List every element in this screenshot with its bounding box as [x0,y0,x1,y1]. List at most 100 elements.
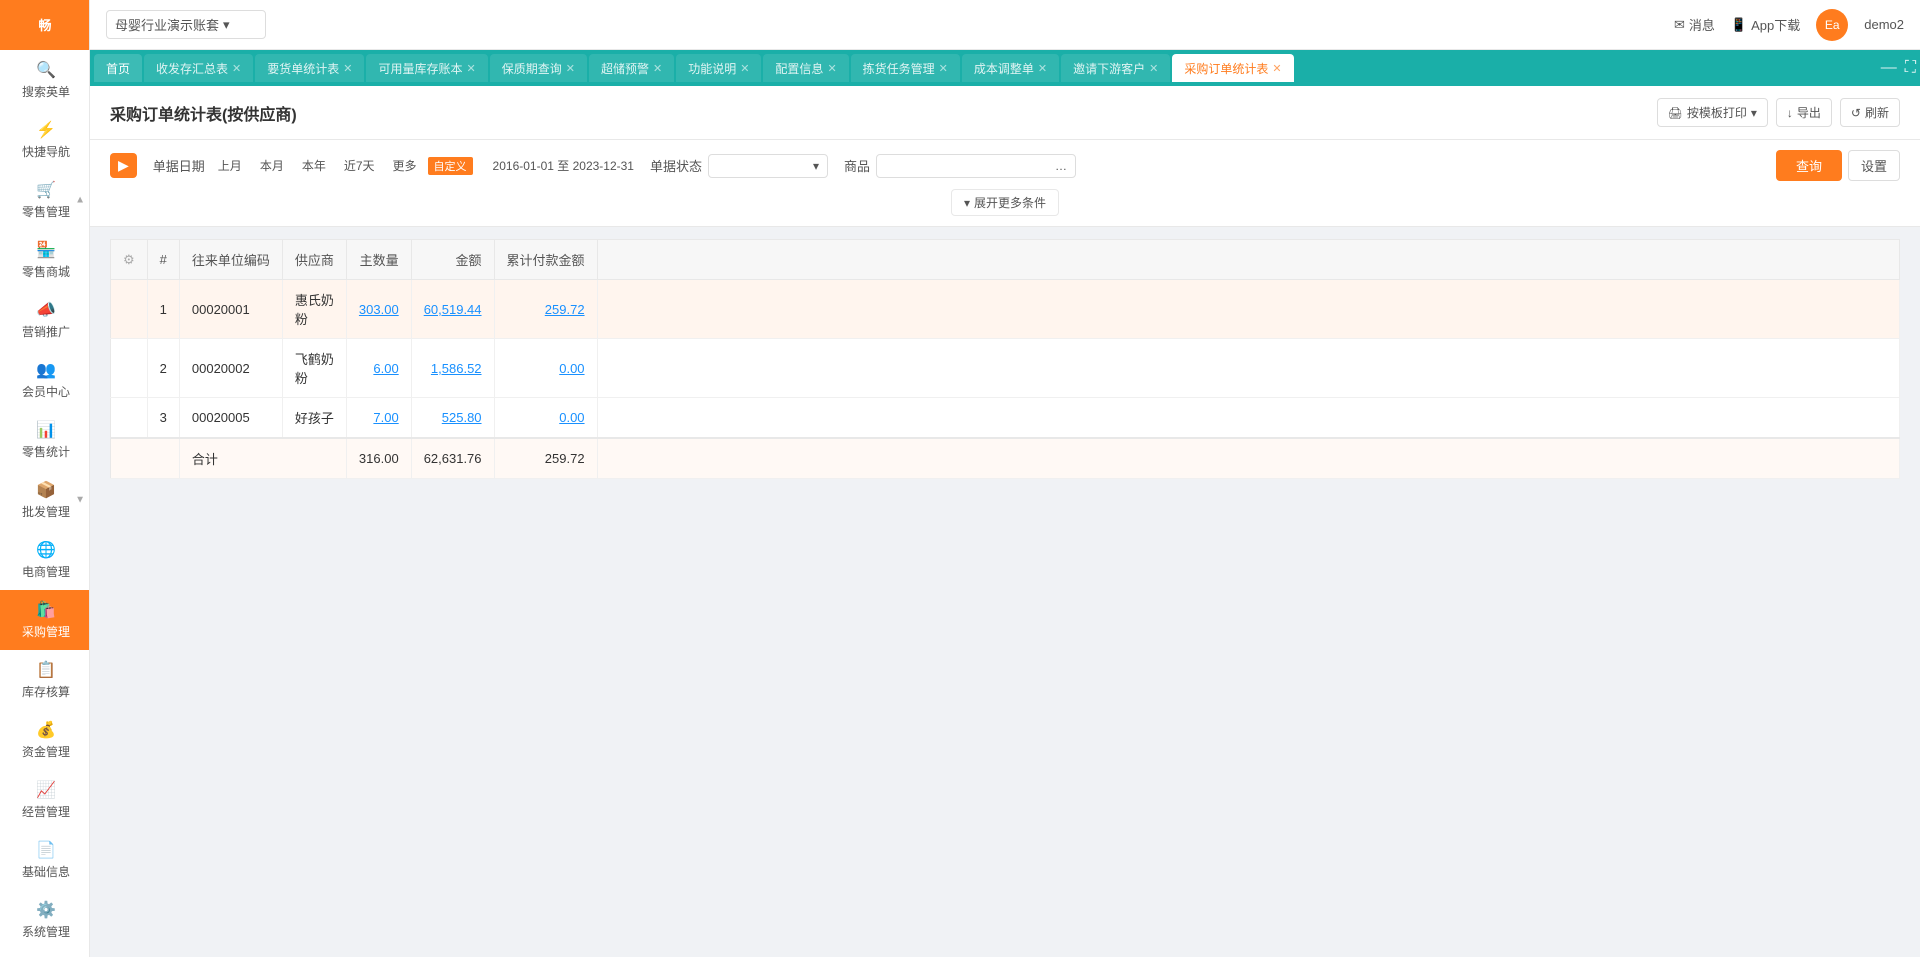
td-paid-3: 0.00 [494,398,597,439]
sidebar-item-operations[interactable]: 📈 经营管理 [0,770,89,830]
tab-close-icon[interactable]: ✕ [939,62,948,75]
tab-order-stat[interactable]: 要货单统计表 ✕ [255,54,364,82]
tab-close-icon[interactable]: ✕ [1272,62,1281,75]
query-button[interactable]: 查询 [1776,150,1842,181]
workspace-selector[interactable]: 母婴行业演示账套 ▾ [106,10,266,39]
tab-label: 邀请下游客户 [1073,60,1145,77]
tab-cost-adjust[interactable]: 成本调整单 ✕ [962,54,1059,82]
tab-close-icon[interactable]: ✕ [1038,62,1047,75]
tab-pick-task[interactable]: 拣货任务管理 ✕ [851,54,960,82]
sidebar-item-inventory[interactable]: 📋 库存核算 [0,650,89,710]
column-settings-icon[interactable]: ⚙ [123,252,135,267]
sidebar-item-wholesale[interactable]: 📦 批发管理 ▼ [0,470,89,530]
amount-link-2[interactable]: 1,586.52 [431,361,482,376]
td-extra-2 [597,339,1899,398]
quantity-link-2[interactable]: 6.00 [373,361,398,376]
tab-close-icon[interactable]: ✕ [740,62,749,75]
tab-home-label: 首页 [106,60,130,77]
date-btn-more[interactable]: 更多 [386,154,424,177]
sidebar-item-label: 快捷导航 [22,143,70,160]
tab-available-stock[interactable]: 可用量库存账本 ✕ [366,54,487,82]
tab-home[interactable]: 首页 [94,54,142,82]
tab-close-icon[interactable]: ✕ [343,62,352,75]
tab-func-desc[interactable]: 功能说明 ✕ [676,54,761,82]
app-download-button[interactable]: 📱 App下载 [1731,15,1800,34]
table-row: 1 00020001 惠氏奶粉 303.00 60,519.44 [111,280,1900,339]
paid-link-2[interactable]: 0.00 [559,361,584,376]
tab-config[interactable]: 配置信息 ✕ [763,54,848,82]
tab-close-icon[interactable]: ✕ [1149,62,1158,75]
tab-label: 配置信息 [775,60,823,77]
sidebar-item-label: 基础信息 [22,863,70,880]
sidebar-item-finance[interactable]: 💰 资金管理 [0,710,89,770]
tab-overstock[interactable]: 超储预警 ✕ [589,54,674,82]
tab-close-icon[interactable]: ✕ [467,62,476,75]
sidebar-item-retail[interactable]: 🛒 零售管理 ▲ [0,170,89,230]
svg-text:畅: 畅 [38,18,51,33]
goods-input[interactable]: … [876,154,1076,178]
minimize-button[interactable]: — [1881,59,1897,77]
message-button[interactable]: ✉ 消息 [1674,15,1715,34]
filter-row-1: ▶ 单据日期 上月 本月 本年 近7天 更多 自定义 2016-01-01 至 … [110,150,1900,181]
tab-warranty[interactable]: 保质期查询 ✕ [490,54,587,82]
export-button[interactable]: ↓ 导出 [1776,98,1832,127]
sidebar-item-retail-mall[interactable]: 🏪 零售商城 [0,230,89,290]
th-settings[interactable]: ⚙ [111,240,148,280]
topbar: 母婴行业演示账套 ▾ ✉ 消息 📱 App下载 Ea demo2 [90,0,1920,50]
sidebar-item-marketing[interactable]: 📣 营销推广 [0,290,89,350]
table-row: 3 00020005 好孩子 7.00 525.80 [111,398,1900,439]
print-dropdown-icon: ▾ [1751,106,1757,120]
tab-invite-downstream[interactable]: 邀请下游客户 ✕ [1061,54,1170,82]
td-index-2: 2 [147,339,179,398]
page-header: 采购订单统计表(按供应商) 🖨 按模板打印 ▾ ↓ 导出 ↺ 刷新 [90,86,1920,140]
username[interactable]: demo2 [1864,17,1904,32]
sidebar-item-quicknav[interactable]: ⚡ 快捷导航 [0,110,89,170]
sidebar-item-enterprise[interactable]: 🤝 企业协同 [0,950,89,957]
date-btn-this-year[interactable]: 本年 [295,154,333,177]
expand-more-row: ▾ 展开更多条件 [110,189,1900,216]
tab-close-icon[interactable]: ✕ [653,62,662,75]
sidebar-item-search[interactable]: 🔍 搜索英单 [0,50,89,110]
amount-link-1[interactable]: 60,519.44 [424,302,482,317]
page-actions: 🖨 按模板打印 ▾ ↓ 导出 ↺ 刷新 [1657,98,1900,127]
settings-button[interactable]: 设置 [1848,150,1900,181]
refresh-button[interactable]: ↺ 刷新 [1840,98,1900,127]
refresh-icon: ↺ [1851,106,1861,120]
tab-label: 收发存汇总表 [156,60,228,77]
tab-label: 功能说明 [688,60,736,77]
sidebar-item-ecommerce[interactable]: 🌐 电商管理 [0,530,89,590]
tabbar-actions: — ⛶ [1881,59,1916,77]
amount-link-3[interactable]: 525.80 [442,410,482,425]
date-filter-group: 单据日期 上月 本月 本年 近7天 更多 自定义 [153,154,473,177]
quantity-link-1[interactable]: 303.00 [359,302,399,317]
sidebar-item-system[interactable]: ⚙️ 系统管理 [0,890,89,950]
date-btn-7days[interactable]: 近7天 [337,154,382,177]
maximize-button[interactable]: ⛶ [1905,59,1916,77]
finance-icon: 💰 [36,720,56,740]
tab-close-icon[interactable]: ✕ [232,62,241,75]
filter-toggle-button[interactable]: ▶ [110,153,137,178]
td-footer-label: 合计 [179,438,346,479]
sidebar-item-retail-stat[interactable]: 📊 零售统计 [0,410,89,470]
avatar[interactable]: Ea [1816,9,1848,41]
dropdown-icon: ▾ [223,17,230,33]
date-custom-tag[interactable]: 自定义 [428,157,473,175]
tab-purchase-stat[interactable]: 采购订单统计表 ✕ [1172,54,1293,82]
status-select[interactable]: ▾ [708,154,828,178]
date-btn-this-month[interactable]: 本月 [253,154,291,177]
th-extra [597,240,1899,280]
paid-link-3[interactable]: 0.00 [559,410,584,425]
expand-more-button[interactable]: ▾ 展开更多条件 [951,189,1059,216]
sidebar-item-basic-info[interactable]: 📄 基础信息 [0,830,89,890]
quantity-link-3[interactable]: 7.00 [373,410,398,425]
member-icon: 👥 [36,360,56,380]
sidebar-item-member[interactable]: 👥 会员中心 [0,350,89,410]
tab-close-icon[interactable]: ✕ [827,62,836,75]
tab-close-icon[interactable]: ✕ [566,62,575,75]
sidebar-item-purchase[interactable]: 🛍️ 采购管理 [0,590,89,650]
print-button[interactable]: 🖨 按模板打印 ▾ [1657,98,1768,127]
page-area: 采购订单统计表(按供应商) 🖨 按模板打印 ▾ ↓ 导出 ↺ 刷新 [90,86,1920,957]
paid-link-1[interactable]: 259.72 [545,302,585,317]
tab-receive-send[interactable]: 收发存汇总表 ✕ [144,54,253,82]
date-btn-last-month[interactable]: 上月 [211,154,249,177]
